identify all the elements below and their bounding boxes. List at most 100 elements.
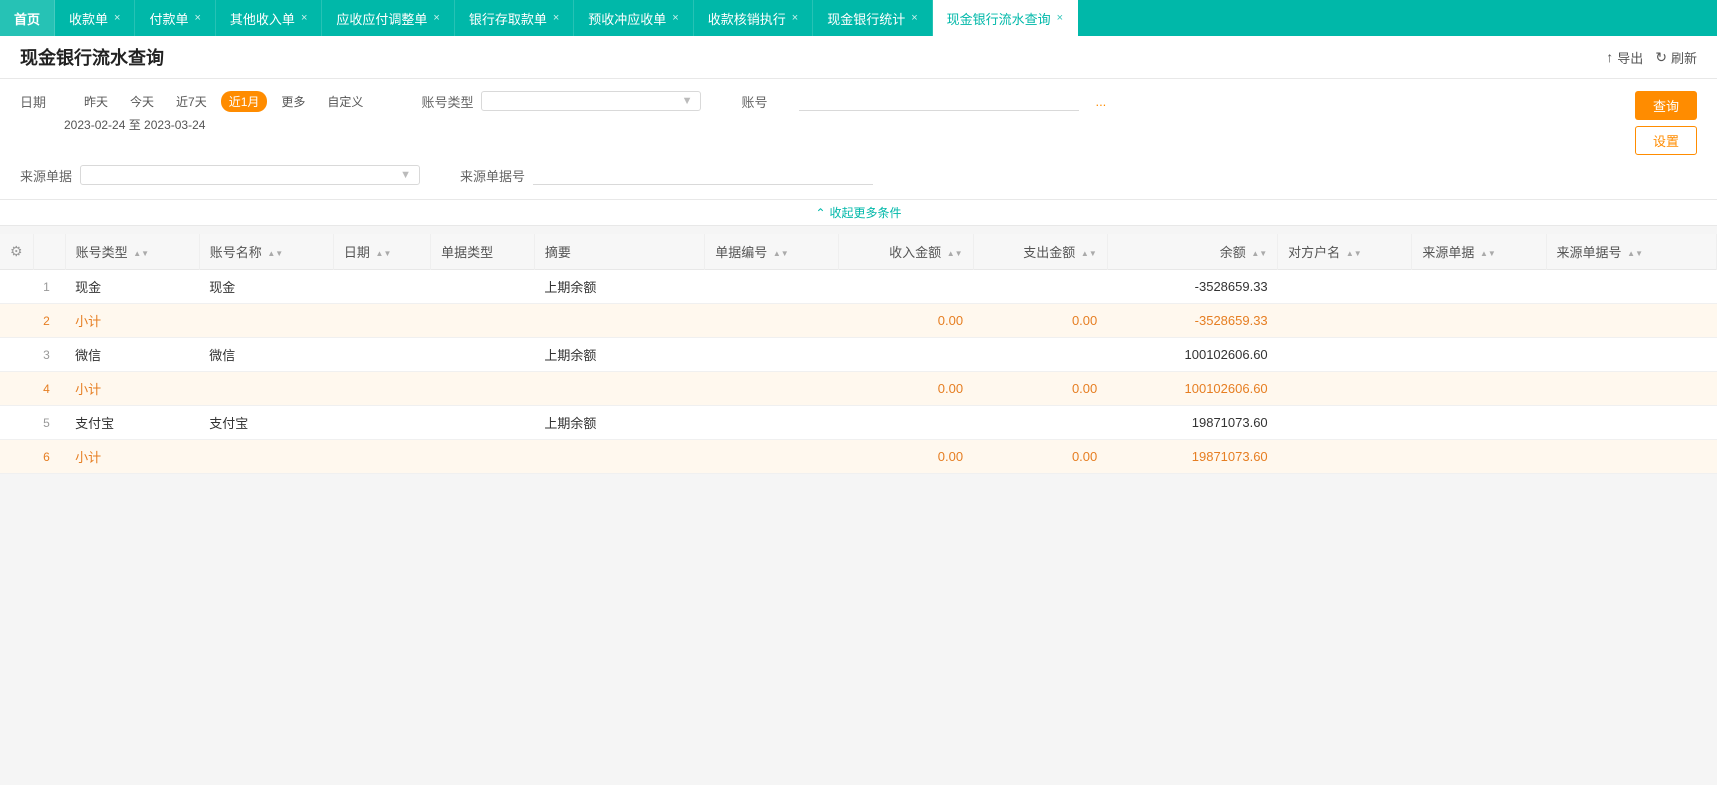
- row-doc_no: [705, 304, 839, 338]
- filter-row-2: 来源单据 ▼ 来源单据号: [20, 165, 1697, 185]
- col-expense[interactable]: 支出金额 ▲▼: [973, 234, 1107, 270]
- date-range-display: 2023-02-24 至 2023-03-24: [64, 118, 205, 132]
- date-opt-7days[interactable]: 近7天: [168, 91, 215, 112]
- row-summary: 上期余额: [534, 270, 704, 304]
- row-doc_type: [431, 440, 535, 474]
- date-opt-more[interactable]: 更多: [273, 91, 313, 112]
- table-row[interactable]: 2小计0.000.00-3528659.33: [0, 304, 1717, 338]
- nav-bank-deposit-label: 银行存取款单: [469, 9, 547, 28]
- nav-item-bank-deposit[interactable]: 银行存取款单 ×: [455, 0, 574, 36]
- gear-icon[interactable]: ⚙: [10, 243, 23, 259]
- row-expense: [973, 270, 1107, 304]
- nav-item-receipt-verify[interactable]: 收款核销执行 ×: [694, 0, 813, 36]
- nav-receipt-close[interactable]: ×: [114, 12, 120, 24]
- nav-ar-ap-label: 应收应付调整单: [336, 9, 427, 28]
- top-navigation: 首页 收款单 × 付款单 × 其他收入单 × 应收应付调整单 × 银行存取款单 …: [0, 0, 1717, 36]
- nav-bank-deposit-close[interactable]: ×: [553, 12, 559, 24]
- date-opt-1month[interactable]: 近1月: [221, 91, 268, 112]
- sort-icon-date[interactable]: ▲▼: [376, 250, 392, 258]
- date-opt-yesterday[interactable]: 昨天: [76, 91, 116, 112]
- row-doc_no: [705, 372, 839, 406]
- nav-prepay-label: 预收冲应收单: [588, 9, 666, 28]
- nav-cash-stats-close[interactable]: ×: [911, 12, 917, 24]
- account-input[interactable]: [799, 91, 1079, 111]
- row-doc_type: [431, 406, 535, 440]
- row-source_doc_no: [1546, 406, 1716, 440]
- nav-item-payment[interactable]: 付款单 ×: [135, 0, 215, 36]
- sort-icon-balance[interactable]: ▲▼: [1251, 250, 1267, 258]
- col-doc-no[interactable]: 单据编号 ▲▼: [705, 234, 839, 270]
- date-opt-today[interactable]: 今天: [122, 91, 162, 112]
- nav-item-home[interactable]: 首页: [0, 0, 55, 36]
- row-balance: 100102606.60: [1107, 338, 1277, 372]
- col-counterpart[interactable]: 对方户名 ▲▼: [1278, 234, 1412, 270]
- date-opt-custom[interactable]: 自定义: [319, 91, 371, 112]
- row-summary: 上期余额: [534, 406, 704, 440]
- col-date[interactable]: 日期 ▲▼: [333, 234, 430, 270]
- account-more-button[interactable]: ...: [1095, 94, 1106, 109]
- sort-icon-doc-no[interactable]: ▲▼: [773, 250, 789, 258]
- col-source-doc[interactable]: 来源单据 ▲▼: [1412, 234, 1546, 270]
- export-button[interactable]: ↑ 导出: [1606, 48, 1643, 67]
- row-expense: [973, 338, 1107, 372]
- table-row[interactable]: 4小计0.000.00100102606.60: [0, 372, 1717, 406]
- row-account_type: 现金: [65, 270, 199, 304]
- sort-icon-counterpart[interactable]: ▲▼: [1346, 250, 1362, 258]
- row-balance: 19871073.60: [1107, 440, 1277, 474]
- table-row[interactable]: 5支付宝支付宝上期余额19871073.60: [0, 406, 1717, 440]
- table-row[interactable]: 6小计0.000.0019871073.60: [0, 440, 1717, 474]
- nav-item-cash-stats[interactable]: 现金银行统计 ×: [813, 0, 932, 36]
- source-doc-select[interactable]: ▼: [80, 165, 420, 185]
- col-summary: 摘要: [534, 234, 704, 270]
- col-account-type-label: 账号类型: [76, 245, 128, 260]
- col-gear[interactable]: ⚙: [0, 234, 33, 270]
- nav-prepay-close[interactable]: ×: [672, 12, 678, 24]
- col-account-name[interactable]: 账号名称 ▲▼: [199, 234, 333, 270]
- nav-other-income-close[interactable]: ×: [301, 12, 307, 24]
- source-doc-group: 来源单据 ▼: [20, 165, 420, 185]
- sort-icon-source-doc-no[interactable]: ▲▼: [1627, 250, 1643, 258]
- nav-ar-ap-close[interactable]: ×: [433, 12, 439, 24]
- source-doc-no-input[interactable]: [533, 165, 873, 185]
- nav-item-receipt[interactable]: 收款单 ×: [55, 0, 135, 36]
- row-gear-cell: [0, 372, 33, 406]
- sort-icon-account-type[interactable]: ▲▼: [133, 250, 149, 258]
- col-income[interactable]: 收入金额 ▲▼: [839, 234, 973, 270]
- col-doc-no-label: 单据编号: [715, 245, 767, 260]
- col-account-type[interactable]: 账号类型 ▲▼: [65, 234, 199, 270]
- query-button[interactable]: 查询: [1635, 91, 1697, 120]
- sort-icon-expense[interactable]: ▲▼: [1081, 250, 1097, 258]
- sort-icon-income[interactable]: ▲▼: [947, 250, 963, 258]
- settings-button[interactable]: 设置: [1635, 126, 1697, 155]
- data-table: ⚙ 账号类型 ▲▼ 账号名称 ▲▼ 日期 ▲▼ 单据类型: [0, 234, 1717, 474]
- nav-item-prepay[interactable]: 预收冲应收单 ×: [574, 0, 693, 36]
- table-row[interactable]: 1现金现金上期余额-3528659.33: [0, 270, 1717, 304]
- col-expense-label: 支出金额: [1023, 245, 1075, 260]
- refresh-button[interactable]: ↻ 刷新: [1655, 48, 1697, 67]
- col-balance[interactable]: 余额 ▲▼: [1107, 234, 1277, 270]
- nav-cash-flow-close[interactable]: ×: [1057, 12, 1063, 24]
- row-counterpart: [1278, 270, 1412, 304]
- row-source_doc_no: [1546, 440, 1716, 474]
- nav-receipt-label: 收款单: [69, 9, 108, 28]
- row-date: [333, 406, 430, 440]
- table-area: ⚙ 账号类型 ▲▼ 账号名称 ▲▼ 日期 ▲▼ 单据类型: [0, 234, 1717, 474]
- row-gear-cell: [0, 440, 33, 474]
- sort-icon-account-name[interactable]: ▲▼: [267, 250, 283, 258]
- nav-item-cash-flow[interactable]: 现金银行流水查询 ×: [933, 0, 1078, 36]
- sort-icon-source-doc[interactable]: ▲▼: [1480, 250, 1496, 258]
- table-row[interactable]: 3微信微信上期余额100102606.60: [0, 338, 1717, 372]
- nav-payment-close[interactable]: ×: [194, 12, 200, 24]
- nav-item-other-income[interactable]: 其他收入单 ×: [216, 0, 322, 36]
- collapse-bar[interactable]: ⌃ 收起更多条件: [0, 200, 1717, 226]
- row-income: 0.00: [839, 304, 973, 338]
- account-type-select[interactable]: ▼: [481, 91, 701, 111]
- col-income-label: 收入金额: [889, 245, 941, 260]
- col-doc-type-label: 单据类型: [441, 245, 493, 260]
- source-doc-dropdown-icon: ▼: [400, 169, 411, 181]
- col-source-doc-no[interactable]: 来源单据号 ▲▼: [1546, 234, 1716, 270]
- row-expense: [973, 406, 1107, 440]
- nav-receipt-verify-close[interactable]: ×: [792, 12, 798, 24]
- nav-item-ar-ap-adjust[interactable]: 应收应付调整单 ×: [322, 0, 454, 36]
- row-doc_no: [705, 270, 839, 304]
